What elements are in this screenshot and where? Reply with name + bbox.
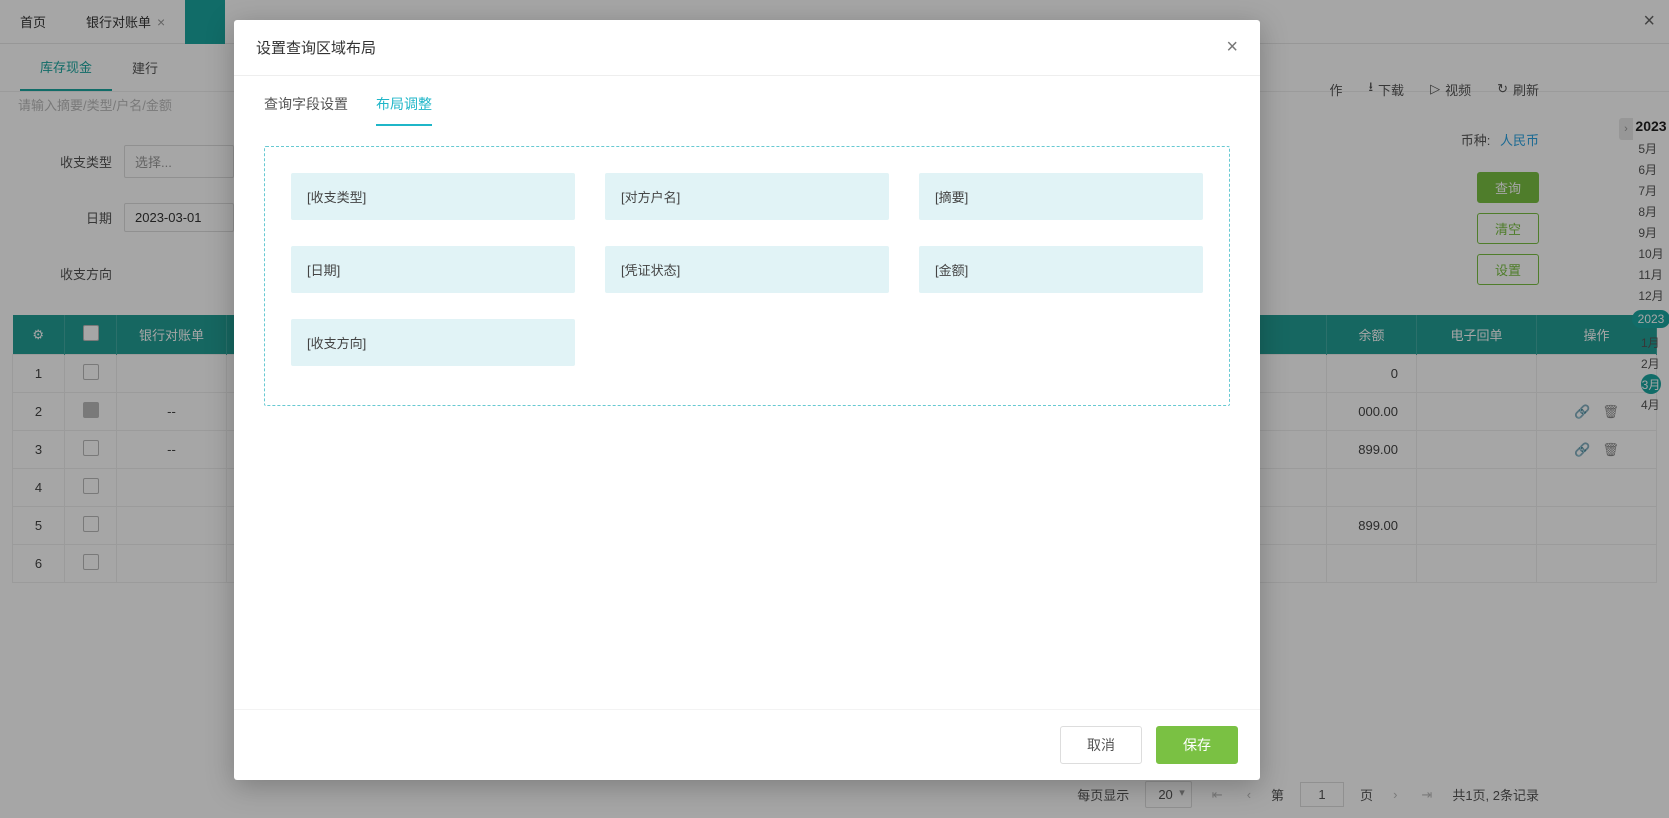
modal-tabs: 查询字段设置 布局调整 bbox=[264, 94, 1230, 126]
layout-field-item[interactable]: [金额] bbox=[919, 246, 1203, 293]
cancel-label: 取消 bbox=[1087, 737, 1115, 753]
cancel-button[interactable]: 取消 bbox=[1060, 726, 1142, 764]
save-button[interactable]: 保存 bbox=[1156, 726, 1238, 764]
layout-settings-modal: 设置查询区域布局 × 查询字段设置 布局调整 [收支类型][对方户名][摘要][… bbox=[234, 20, 1260, 780]
layout-field-item[interactable]: [收支类型] bbox=[291, 173, 575, 220]
layout-field-item[interactable]: [摘要] bbox=[919, 173, 1203, 220]
modal-tab-fields[interactable]: 查询字段设置 bbox=[264, 94, 348, 126]
layout-field-item[interactable]: [凭证状态] bbox=[605, 246, 889, 293]
modal-tab-layout-label: 布局调整 bbox=[376, 96, 432, 112]
modal-tab-fields-label: 查询字段设置 bbox=[264, 96, 348, 112]
layout-dropzone[interactable]: [收支类型] [对方户名] [摘要] [日期] [凭证状态] [金额] [收支方向] bbox=[264, 146, 1230, 406]
modal-tab-layout[interactable]: 布局调整 bbox=[376, 94, 432, 126]
layout-field-item[interactable]: [对方户名] bbox=[605, 173, 889, 220]
layout-field-item[interactable]: [日期] bbox=[291, 246, 575, 293]
save-label: 保存 bbox=[1183, 737, 1211, 753]
layout-field-item[interactable]: [收支方向] bbox=[291, 319, 575, 366]
modal-close-icon[interactable]: × bbox=[1226, 36, 1238, 59]
modal-title: 设置查询区域布局 bbox=[256, 37, 376, 58]
